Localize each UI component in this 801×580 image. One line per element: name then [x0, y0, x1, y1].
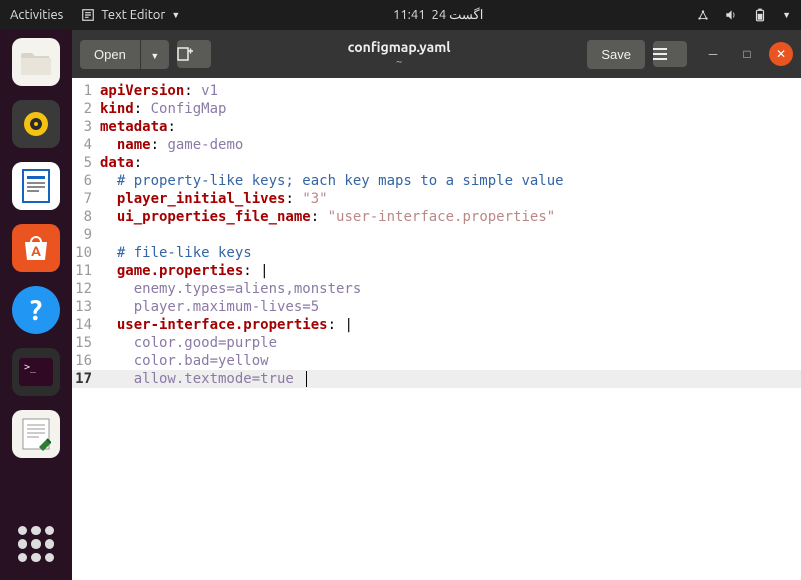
code-line[interactable]: 9: [72, 226, 801, 244]
dock: A ? >_: [0, 30, 72, 580]
line-number: 17: [72, 370, 100, 388]
line-number: 2: [72, 100, 100, 118]
code-content: enemy.types=aliens,monsters: [100, 280, 361, 298]
line-number: 1: [72, 82, 100, 100]
line-number: 7: [72, 190, 100, 208]
code-content: data:: [100, 154, 142, 172]
code-line[interactable]: 7 player_initial_lives: "3": [72, 190, 801, 208]
headerbar: Open ▼ configmap.yaml ~ Save ─ □ ✕: [72, 30, 801, 78]
dock-files[interactable]: [12, 38, 60, 86]
line-number: 15: [72, 334, 100, 352]
code-content: player_initial_lives: "3": [100, 190, 328, 208]
text-editor-icon: [81, 8, 95, 22]
code-content: # property-like keys; each key maps to a…: [100, 172, 564, 190]
code-line[interactable]: 16 color.bad=yellow: [72, 352, 801, 370]
code-content: player.maximum-lives=5: [100, 298, 319, 316]
hamburger-menu[interactable]: [653, 41, 687, 67]
app-menu-label: Text Editor: [101, 8, 165, 22]
dock-libreoffice[interactable]: [12, 162, 60, 210]
line-number: 16: [72, 352, 100, 370]
terminal-icon: >_: [19, 358, 53, 386]
system-menu-icon[interactable]: ▼: [782, 10, 791, 20]
open-recent-dropdown[interactable]: ▼: [141, 40, 169, 69]
code-content: # file-like keys: [100, 244, 252, 262]
file-path: ~: [396, 56, 402, 68]
code-content: ui_properties_file_name: "user-interface…: [100, 208, 555, 226]
chevron-down-icon: ▼: [150, 51, 159, 61]
maximize-button[interactable]: □: [735, 42, 759, 66]
code-line[interactable]: 3metadata:: [72, 118, 801, 136]
code-line[interactable]: 6 # property-like keys; each key maps to…: [72, 172, 801, 190]
code-line[interactable]: 11 game.properties: |: [72, 262, 801, 280]
code-content: user-interface.properties: |: [100, 316, 353, 334]
line-number: 13: [72, 298, 100, 316]
text-cursor: [306, 371, 307, 387]
open-button[interactable]: Open: [80, 40, 140, 69]
app-menu[interactable]: Text Editor ▼: [81, 8, 180, 22]
folder-icon: [21, 49, 51, 75]
line-number: 6: [72, 172, 100, 190]
line-number: 3: [72, 118, 100, 136]
dock-software[interactable]: A: [12, 224, 60, 272]
code-content: allow.textmode=true: [100, 370, 307, 388]
dock-show-apps[interactable]: [12, 520, 60, 568]
question-icon: ?: [30, 295, 42, 326]
code-content: kind: ConfigMap: [100, 100, 226, 118]
notepad-icon: [21, 417, 51, 451]
document-icon: [21, 168, 51, 204]
code-content: name: game-demo: [100, 136, 243, 154]
code-line[interactable]: 8 ui_properties_file_name: "user-interfa…: [72, 208, 801, 226]
battery-icon[interactable]: [752, 8, 768, 22]
code-line[interactable]: 2kind: ConfigMap: [72, 100, 801, 118]
activities-button[interactable]: Activities: [10, 8, 63, 22]
line-number: 5: [72, 154, 100, 172]
line-number: 4: [72, 136, 100, 154]
line-number: 9: [72, 226, 100, 244]
code-line[interactable]: 13 player.maximum-lives=5: [72, 298, 801, 316]
code-line[interactable]: 10 # file-like keys: [72, 244, 801, 262]
chevron-down-icon: ▼: [171, 10, 180, 20]
new-tab-button[interactable]: [177, 40, 211, 68]
dock-terminal[interactable]: >_: [12, 348, 60, 396]
clock[interactable]: 11:41 اگست 24: [180, 8, 696, 23]
line-number: 11: [72, 262, 100, 280]
dock-text-editor[interactable]: [12, 410, 60, 458]
code-content: game.properties: |: [100, 262, 269, 280]
code-content: color.good=purple: [100, 334, 277, 352]
close-button[interactable]: ✕: [769, 42, 793, 66]
line-number: 10: [72, 244, 100, 262]
line-number: 8: [72, 208, 100, 226]
filename: configmap.yaml: [348, 40, 451, 55]
speaker-icon: [21, 109, 51, 139]
title-area: configmap.yaml ~: [219, 40, 580, 67]
code-line[interactable]: 17 allow.textmode=true: [72, 370, 801, 388]
line-number: 12: [72, 280, 100, 298]
code-line[interactable]: 5data:: [72, 154, 801, 172]
code-line[interactable]: 1apiVersion: v1: [72, 82, 801, 100]
new-document-icon: [177, 47, 193, 61]
network-icon[interactable]: [696, 8, 710, 22]
dock-rhythmbox[interactable]: [12, 100, 60, 148]
text-editor-window: Open ▼ configmap.yaml ~ Save ─ □ ✕ 1apiV…: [72, 30, 801, 580]
shopping-bag-icon: A: [21, 234, 51, 262]
code-content: metadata:: [100, 118, 176, 136]
code-content: color.bad=yellow: [100, 352, 269, 370]
svg-text:>_: >_: [24, 362, 37, 373]
dock-help[interactable]: ?: [12, 286, 60, 334]
code-line[interactable]: 12 enemy.types=aliens,monsters: [72, 280, 801, 298]
minimize-button[interactable]: ─: [701, 42, 725, 66]
gnome-topbar: Activities Text Editor ▼ 11:41 اگست 24 ▼: [0, 0, 801, 30]
volume-icon[interactable]: [724, 8, 738, 22]
code-content: apiVersion: v1: [100, 82, 218, 100]
svg-text:A: A: [31, 243, 41, 259]
code-line[interactable]: 15 color.good=purple: [72, 334, 801, 352]
code-line[interactable]: 14 user-interface.properties: |: [72, 316, 801, 334]
code-line[interactable]: 4 name: game-demo: [72, 136, 801, 154]
line-number: 14: [72, 316, 100, 334]
hamburger-icon: [653, 48, 667, 60]
code-area[interactable]: 1apiVersion: v12kind: ConfigMap3metadata…: [72, 78, 801, 580]
save-button[interactable]: Save: [587, 40, 645, 69]
